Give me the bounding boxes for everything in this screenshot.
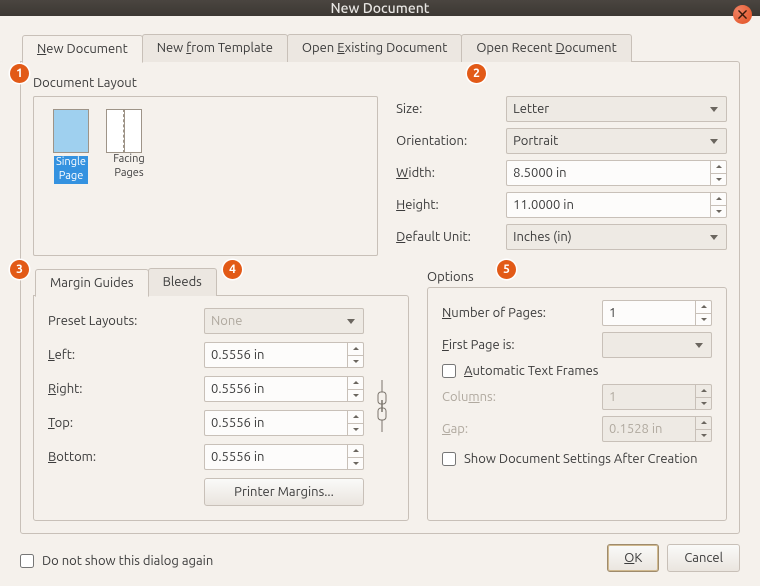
tab-margin-guides[interactable]: Margin Guides <box>35 269 149 297</box>
show-after-label: Show Document Settings After Creation <box>464 452 698 466</box>
cancel-button[interactable]: Cancel <box>667 544 740 572</box>
firstpage-combo[interactable] <box>602 332 712 358</box>
facing-pages-icon <box>106 109 142 153</box>
single-page-icon <box>53 109 89 153</box>
default-unit-label: Default Unit: <box>396 230 506 244</box>
layout-single-page[interactable]: SinglePage <box>48 109 94 243</box>
page-settings: Size: Letter Orientation: Portrait Width… <box>396 96 727 250</box>
default-unit-combo[interactable]: Inches (in) <box>506 224 727 250</box>
width-label: Width: <box>396 166 506 180</box>
show-after-checkbox[interactable] <box>442 452 456 466</box>
margin-bottom-label: Bottom: <box>48 450 198 464</box>
dont-show-label: Do not show this dialog again <box>42 554 213 568</box>
margin-left-label: Left: <box>48 348 198 362</box>
margin-right-spin[interactable]: 0.5556 in <box>204 376 364 402</box>
annotation-badge-5: 5 <box>497 260 516 279</box>
gap-label: Gap: <box>442 422 602 436</box>
margin-right-label: Right: <box>48 382 198 396</box>
size-combo[interactable]: Letter <box>506 96 727 122</box>
tab-new-document[interactable]: New Document <box>22 35 143 63</box>
firstpage-label: First Page is: <box>442 338 602 352</box>
tab-bleeds[interactable]: Bleeds <box>148 268 217 296</box>
document-layout-label: Document Layout <box>33 76 727 90</box>
link-margins-icon[interactable] <box>370 378 394 434</box>
height-label: Height: <box>396 198 506 212</box>
options-header: Options <box>427 270 727 284</box>
tab-open-recent[interactable]: Open Recent Document <box>461 34 631 62</box>
main-tabs: New Document New from Template Open Exis… <box>22 34 740 62</box>
orientation-combo[interactable]: Portrait <box>506 128 727 154</box>
layout-facing-caption: FacingPages <box>113 153 144 179</box>
preset-layouts-combo[interactable]: None <box>204 308 364 334</box>
margin-bottom-spin[interactable]: 0.5556 in <box>204 444 364 470</box>
auto-text-frames-label: Automatic Text Frames <box>464 364 598 378</box>
options-panel: Number of Pages: 1 First Page is: Automa… <box>427 287 727 521</box>
tab-open-existing[interactable]: Open Existing Document <box>287 34 462 62</box>
columns-spin[interactable]: 1 <box>602 384 712 410</box>
columns-label: Columns: <box>442 390 602 404</box>
margin-top-label: Top: <box>48 416 198 430</box>
size-label: Size: <box>396 102 506 116</box>
pages-label: Number of Pages: <box>442 306 602 320</box>
layout-facing-pages[interactable]: FacingPages <box>106 109 152 243</box>
printer-margins-button[interactable]: Printer Margins... <box>204 478 364 506</box>
annotation-badge-1: 1 <box>10 64 29 83</box>
ok-button[interactable]: OK <box>607 544 659 572</box>
orientation-label: Orientation: <box>396 134 506 148</box>
auto-text-frames-checkbox[interactable] <box>442 364 456 378</box>
new-document-dialog: New Document New Document New from Templ… <box>0 0 760 581</box>
dont-show-checkbox[interactable] <box>20 554 34 568</box>
width-spin[interactable]: 8.5000 in <box>506 160 727 186</box>
titlebar: New Document <box>0 0 760 16</box>
pages-spin[interactable]: 1 <box>602 300 712 326</box>
gap-spin[interactable]: 0.1528 in <box>602 416 712 442</box>
margins-panel: Preset Layouts: None Left: 0.5556 in <box>33 295 409 521</box>
margin-top-spin[interactable]: 0.5556 in <box>204 410 364 436</box>
annotation-badge-2: 2 <box>467 64 486 83</box>
preset-layouts-label: Preset Layouts: <box>48 314 198 328</box>
main-panel: 1 2 3 4 5 Document Layout SinglePage <box>20 61 740 534</box>
annotation-badge-4: 4 <box>223 260 242 279</box>
layout-single-caption: SinglePage <box>54 156 88 184</box>
margin-left-spin[interactable]: 0.5556 in <box>204 342 364 368</box>
annotation-badge-3: 3 <box>10 260 29 279</box>
window-title: New Document <box>330 0 429 16</box>
height-spin[interactable]: 11.0000 in <box>506 192 727 218</box>
layout-chooser: SinglePage FacingPages <box>33 96 378 256</box>
tab-new-from-template[interactable]: New from Template <box>142 34 288 62</box>
